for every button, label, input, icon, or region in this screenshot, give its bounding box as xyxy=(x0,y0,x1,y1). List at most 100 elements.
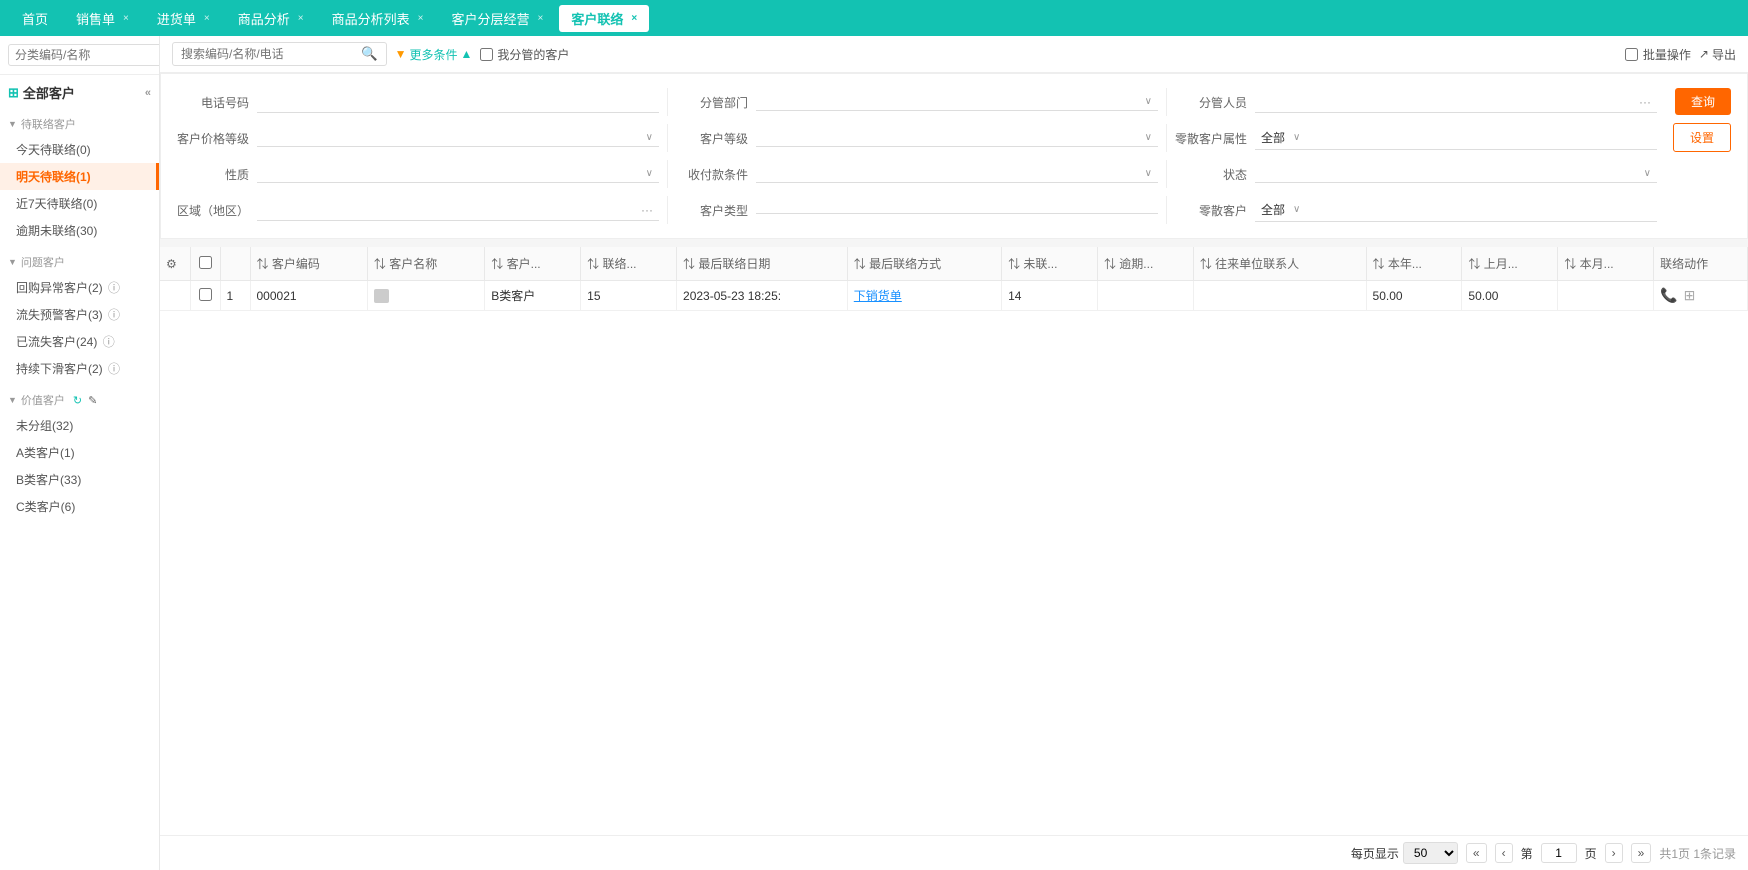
sort-icon[interactable]: ⇅ xyxy=(1008,257,1020,271)
contact-method-link[interactable]: 下销货单 xyxy=(854,289,902,303)
filter-label-customer-level: 客户等级 xyxy=(676,130,756,147)
filter-phone-input[interactable] xyxy=(257,92,659,113)
sort-icon[interactable]: ⇅ xyxy=(587,257,599,271)
settings-button[interactable]: 设置 xyxy=(1673,123,1731,152)
collapse-icon[interactable]: « xyxy=(145,87,151,99)
sort-icon[interactable]: ⇅ xyxy=(1373,257,1385,271)
filter-manager-input[interactable]: ··· xyxy=(1255,92,1657,113)
sidebar-group-value[interactable]: ▼ 价值客户 ↻ ✎ xyxy=(0,386,159,412)
sidebar-item-declining[interactable]: 持续下滑客户(2) ⓘ xyxy=(0,355,159,382)
sort-icon[interactable]: ⇅ xyxy=(491,257,503,271)
filter-nature-select[interactable]: ∨ xyxy=(257,165,659,183)
gear-icon[interactable]: ⚙ xyxy=(166,257,177,271)
sidebar-item-class-a[interactable]: A类客户(1) xyxy=(0,439,159,466)
row-select-checkbox[interactable] xyxy=(199,288,212,301)
sidebar-item-class-b[interactable]: B类客户(33) xyxy=(0,466,159,493)
page-size-select[interactable]: 50 100 200 xyxy=(1403,842,1458,864)
filter-payment-select[interactable]: ∨ xyxy=(756,165,1158,183)
arrow-icon: ▼ xyxy=(8,395,17,405)
first-page-button[interactable]: « xyxy=(1466,843,1487,863)
sort-icon[interactable]: ⇅ xyxy=(374,257,386,271)
prev-page-button[interactable]: ‹ xyxy=(1495,843,1513,863)
filter-retail-select[interactable]: 全部 ∨ xyxy=(1255,198,1657,222)
filter-customer-type-select[interactable] xyxy=(756,207,1158,214)
filter-retail-attr-select[interactable]: 全部 ∨ xyxy=(1255,126,1657,150)
filter-region-input[interactable]: ··· xyxy=(257,200,659,221)
nav-purchase-order[interactable]: 进货单 × xyxy=(145,5,222,32)
filter-button[interactable]: ▼ 更多条件 ▲ xyxy=(395,46,473,63)
sidebar-item-churned[interactable]: 已流失客户(24) ⓘ xyxy=(0,328,159,355)
col-this-year: ⇅ 本年... xyxy=(1366,247,1462,281)
sidebar-item-repurchase-abnormal[interactable]: 回购异常客户(2) ⓘ xyxy=(0,274,159,301)
filter-cell-manager: 分管人员 ··· xyxy=(1175,92,1657,113)
close-icon[interactable]: × xyxy=(298,13,304,24)
last-page-button[interactable]: » xyxy=(1631,843,1652,863)
next-page-button[interactable]: › xyxy=(1605,843,1623,863)
toolbar: 🔍 ▼ 更多条件 ▲ 我分管的客户 批量操作 ↗ 导出 xyxy=(160,36,1748,73)
sidebar-item-class-c[interactable]: C类客户(6) xyxy=(0,493,159,520)
filter-cell-region: 区域（地区） ··· xyxy=(177,200,659,221)
search-button[interactable]: 🔍 xyxy=(361,46,378,62)
nav-customer-tier[interactable]: 客户分层经营 × xyxy=(439,5,555,32)
sort-icon[interactable]: ⇅ xyxy=(1468,257,1480,271)
sidebar-item-7days[interactable]: 近7天待联络(0) xyxy=(0,190,159,217)
nav-home[interactable]: 首页 xyxy=(10,5,60,32)
close-icon[interactable]: × xyxy=(418,13,424,24)
sort-icon[interactable]: ⇅ xyxy=(1564,257,1576,271)
col-action: 联络动作 xyxy=(1654,247,1748,281)
filter-status-select[interactable]: ∨ xyxy=(1255,165,1657,183)
phone-icon[interactable]: 📞 xyxy=(1660,287,1677,304)
my-customers-checkbox[interactable]: 我分管的客户 xyxy=(480,46,569,63)
search-input[interactable] xyxy=(181,47,361,61)
batch-operation-button[interactable]: 批量操作 xyxy=(1625,46,1691,63)
grid-action-icon[interactable]: ⊞ xyxy=(1684,287,1696,304)
close-icon[interactable]: × xyxy=(123,13,129,24)
info-icon: ⓘ xyxy=(108,281,120,295)
divider xyxy=(1166,88,1167,116)
sort-icon[interactable]: ⇅ xyxy=(683,257,695,271)
divider xyxy=(1166,124,1167,152)
sort-icon[interactable]: ⇅ xyxy=(1104,257,1116,271)
row-this-month xyxy=(1558,281,1654,311)
filter-label-manager: 分管人员 xyxy=(1175,94,1255,111)
sidebar-group-pending[interactable]: ▼ 待联络客户 xyxy=(0,110,159,136)
filter-label-customer-type: 客户类型 xyxy=(676,202,756,219)
filter-customer-level-select[interactable]: ∨ xyxy=(756,129,1158,147)
filter-label-status: 状态 xyxy=(1175,166,1255,183)
nav-product-analysis-list[interactable]: 商品分析列表 × xyxy=(320,5,436,32)
row-index: 1 xyxy=(220,281,250,311)
chevron-down-icon: ∨ xyxy=(1145,132,1152,143)
sort-icon[interactable]: ⇅ xyxy=(854,257,866,271)
page-input[interactable] xyxy=(1541,843,1577,863)
sidebar-item-ungrouped[interactable]: 未分组(32) xyxy=(0,412,159,439)
close-icon[interactable]: × xyxy=(537,13,543,24)
row-action: 📞 ⊞ xyxy=(1654,281,1748,311)
sidebar-item-churn-warning[interactable]: 流失预警客户(3) ⓘ xyxy=(0,301,159,328)
nav-customer-contact[interactable]: 客户联络 × xyxy=(559,5,649,32)
my-customers-check[interactable] xyxy=(480,48,493,61)
sort-icon[interactable]: ⇅ xyxy=(257,257,269,271)
sidebar-search-wrap: 🔍 xyxy=(0,36,159,75)
close-icon[interactable]: × xyxy=(631,13,637,24)
chevron-down-icon: ∨ xyxy=(1145,96,1152,107)
nav-product-analysis[interactable]: 商品分析 × xyxy=(226,5,316,32)
sidebar-all-customers[interactable]: ⊞ 全部客户 « xyxy=(0,75,159,106)
col-checkbox xyxy=(190,247,220,281)
sidebar-item-overdue[interactable]: 逾期未联络(30) xyxy=(0,217,159,244)
sidebar-item-tomorrow[interactable]: 明天待联络(1) xyxy=(0,163,159,190)
sidebar-item-today[interactable]: 今天待联络(0) xyxy=(0,136,159,163)
sidebar-search-input[interactable] xyxy=(8,44,160,66)
sidebar-group-problem[interactable]: ▼ 问题客户 xyxy=(0,248,159,274)
sort-icon[interactable]: ⇅ xyxy=(1200,257,1212,271)
filter-label-nature: 性质 xyxy=(177,166,257,183)
edit-icon[interactable]: ✎ xyxy=(88,394,97,407)
refresh-icon[interactable]: ↻ xyxy=(73,394,82,407)
nav-sales-order[interactable]: 销售单 × xyxy=(64,5,141,32)
close-icon[interactable]: × xyxy=(204,13,210,24)
export-button[interactable]: ↗ 导出 xyxy=(1699,46,1736,63)
filter-dept-select[interactable]: ∨ xyxy=(756,93,1158,111)
select-all-checkbox[interactable] xyxy=(199,256,212,269)
batch-check[interactable] xyxy=(1625,48,1638,61)
query-button[interactable]: 查询 xyxy=(1675,88,1731,115)
filter-price-level-select[interactable]: ∨ xyxy=(257,129,659,147)
